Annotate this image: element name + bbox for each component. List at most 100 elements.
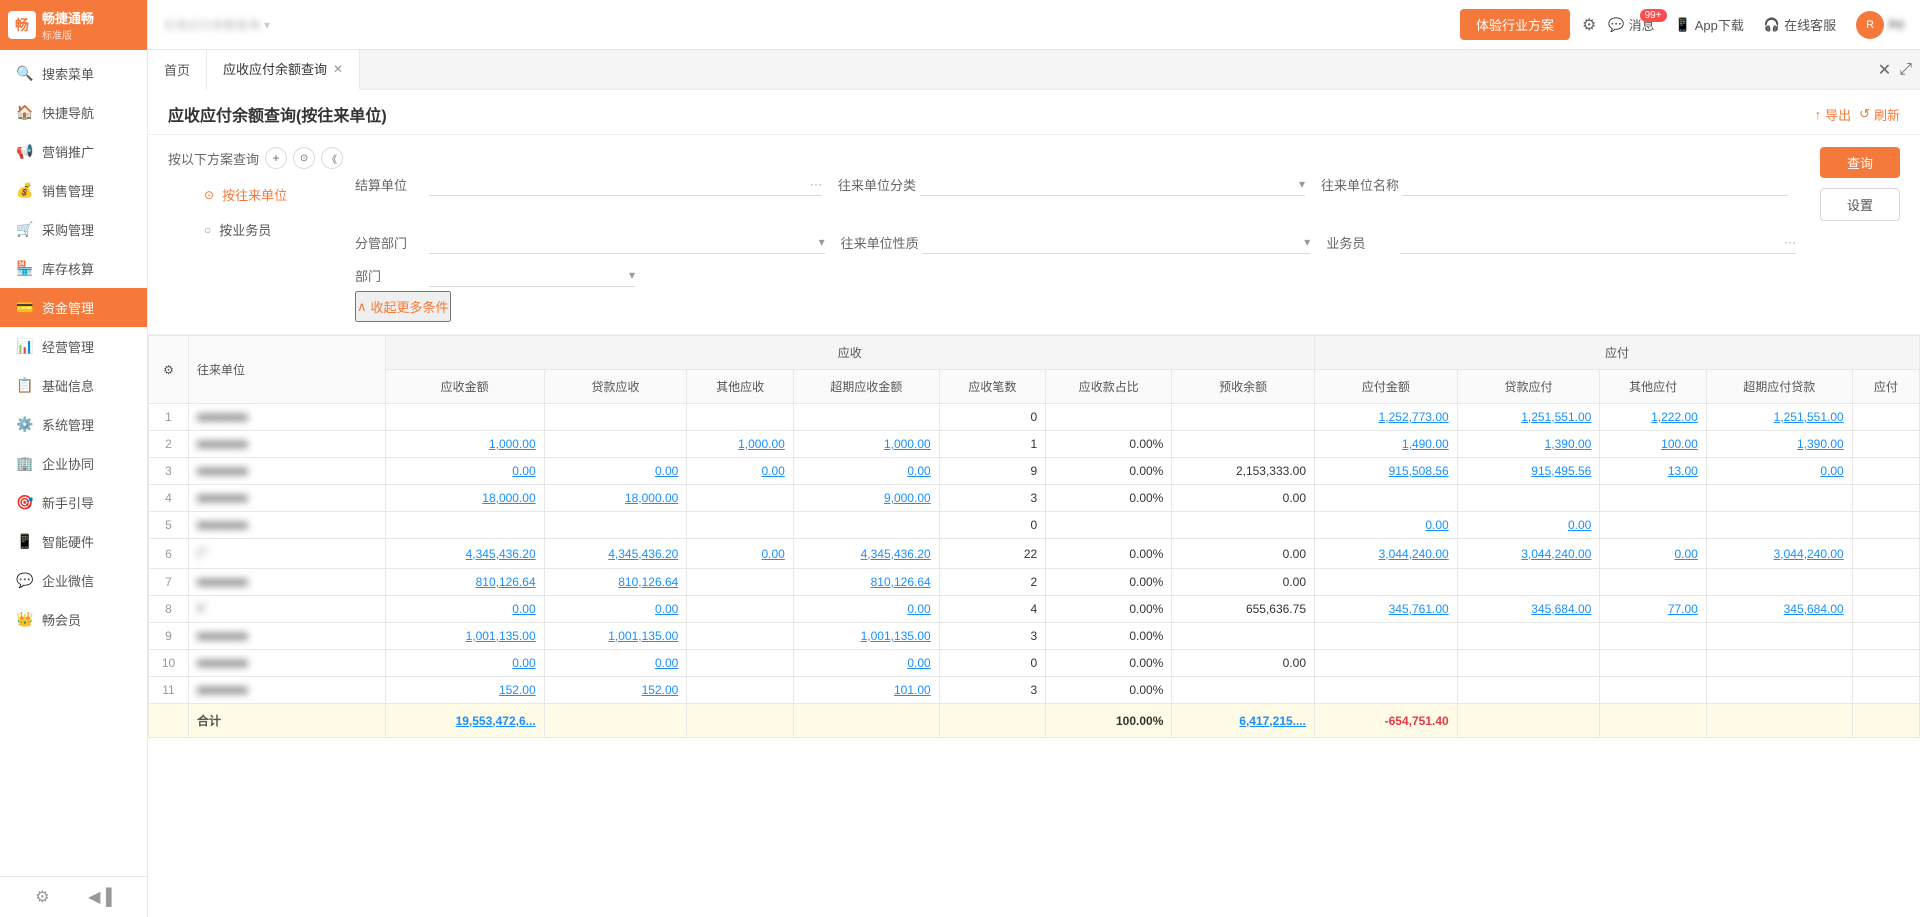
table-cell[interactable]: 0.00 xyxy=(1600,539,1707,569)
sidebar-item-hardware[interactable]: 📱 智能硬件 xyxy=(0,522,147,561)
sidebar-item-member[interactable]: 👑 畅会员 xyxy=(0,600,147,639)
table-cell[interactable]: 1,490.00 xyxy=(1315,431,1458,458)
partner-nature-select[interactable]: ▾ xyxy=(923,231,1311,254)
tab-expand-icon[interactable]: ⤢ xyxy=(1899,61,1912,79)
table-cell[interactable]: 4,345,436.20 xyxy=(793,539,939,569)
table-cell[interactable]: 0.00 xyxy=(544,458,687,485)
table-cell[interactable]: 0.00 xyxy=(385,596,544,623)
collapse-sidebar-icon[interactable]: ◀▐ xyxy=(88,887,112,907)
table-cell[interactable]: 345,684.00 xyxy=(1706,596,1852,623)
sidebar-item-purchase[interactable]: 🛒 采购管理 xyxy=(0,210,147,249)
table-cell[interactable]: 1,251,551.00 xyxy=(1457,404,1600,431)
footer-ar-advance[interactable]: 6,417,215.... xyxy=(1172,704,1315,738)
table-cell[interactable]: 152.00 xyxy=(544,677,687,704)
sidebar-item-sales[interactable]: 💰 销售管理 xyxy=(0,171,147,210)
settlement-dots[interactable]: ··· xyxy=(810,177,822,191)
table-cell[interactable]: 0.00 xyxy=(1457,512,1600,539)
sidebar-item-nav[interactable]: 🏠 快捷导航 xyxy=(0,93,147,132)
message-button[interactable]: 💬 消息 99+ xyxy=(1608,15,1654,34)
table-cell[interactable]: 1,000.00 xyxy=(687,431,794,458)
sidebar-item-finance[interactable]: 💳 资金管理 xyxy=(0,288,147,327)
tab-close-all-icon[interactable]: ✕ xyxy=(1878,60,1891,80)
table-cell[interactable]: 1,390.00 xyxy=(1706,431,1852,458)
scheme-target-button[interactable]: ⊙ xyxy=(293,147,315,169)
partner-category-select[interactable]: ▾ xyxy=(920,173,1305,196)
export-button[interactable]: ↑ 导出 xyxy=(1815,105,1852,124)
table-cell[interactable]: 345,761.00 xyxy=(1315,596,1458,623)
table-cell[interactable]: 77.00 xyxy=(1600,596,1707,623)
gear-icon[interactable]: ⚙ xyxy=(1582,15,1596,35)
table-cell[interactable]: 1,222.00 xyxy=(1600,404,1707,431)
app-download-button[interactable]: 📱 App下载 xyxy=(1675,15,1744,34)
sidebar-item-system[interactable]: ⚙️ 系统管理 xyxy=(0,405,147,444)
table-cell[interactable]: 3,044,240.00 xyxy=(1315,539,1458,569)
table-cell[interactable]: 0.00 xyxy=(544,650,687,677)
table-cell[interactable]: 0.00 xyxy=(687,539,794,569)
table-cell[interactable]: 0.00 xyxy=(793,596,939,623)
footer-ar-amount[interactable]: 19,553,472,6... xyxy=(385,704,544,738)
table-cell[interactable]: 1,000.00 xyxy=(385,431,544,458)
table-cell[interactable]: 3,044,240.00 xyxy=(1706,539,1852,569)
sidebar-item-basic[interactable]: 📋 基础信息 xyxy=(0,366,147,405)
table-cell[interactable]: 1,252,773.00 xyxy=(1315,404,1458,431)
collapse-button[interactable]: ∧ 收起更多条件 xyxy=(355,291,451,322)
table-cell[interactable]: 0.00 xyxy=(793,458,939,485)
customer-service-button[interactable]: 🎧 在线客服 xyxy=(1764,15,1836,34)
table-cell[interactable]: 4,345,436.20 xyxy=(385,539,544,569)
table-cell[interactable]: 0.00 xyxy=(687,458,794,485)
table-cell[interactable]: 1,251,551.00 xyxy=(1706,404,1852,431)
table-cell[interactable]: 0.00 xyxy=(1315,512,1458,539)
trial-button[interactable]: 体验行业方案 xyxy=(1460,9,1570,40)
department-select[interactable]: ▾ xyxy=(429,264,635,287)
sidebar-item-operations[interactable]: 📊 经营管理 xyxy=(0,327,147,366)
table-cell[interactable]: 810,126.64 xyxy=(385,569,544,596)
table-cell[interactable]: 1,000.00 xyxy=(793,431,939,458)
table-cell[interactable]: 1,001,135.00 xyxy=(385,623,544,650)
settings-bottom-icon[interactable]: ⚙ xyxy=(35,887,49,907)
table-cell[interactable]: 1,001,135.00 xyxy=(793,623,939,650)
settings-button[interactable]: 设置 xyxy=(1820,188,1900,221)
table-cell[interactable]: 101.00 xyxy=(793,677,939,704)
query-button[interactable]: 查询 xyxy=(1820,147,1900,178)
tab-ar-ap[interactable]: 应收应付余额查询 ✕ xyxy=(207,50,360,90)
table-cell[interactable]: 810,126.64 xyxy=(793,569,939,596)
sidebar-item-guide[interactable]: 🎯 新手引导 xyxy=(0,483,147,522)
sidebar-item-search[interactable]: 🔍 搜索菜单 xyxy=(0,54,147,93)
table-cell[interactable]: 152.00 xyxy=(385,677,544,704)
sidebar-item-inventory[interactable]: 🏪 库存核算 xyxy=(0,249,147,288)
scheme-back-button[interactable]: 《 xyxy=(321,147,343,169)
table-cell[interactable]: 0.00 xyxy=(385,650,544,677)
sidebar-item-marketing[interactable]: 📢 营销推广 xyxy=(0,132,147,171)
table-cell[interactable]: 345,684.00 xyxy=(1457,596,1600,623)
table-cell[interactable]: 13.00 xyxy=(1600,458,1707,485)
dept-select[interactable]: ▾ xyxy=(429,231,825,254)
table-cell[interactable]: 915,508.56 xyxy=(1315,458,1458,485)
add-scheme-button[interactable]: + xyxy=(265,147,287,169)
table-cell[interactable]: 1,001,135.00 xyxy=(544,623,687,650)
table-cell[interactable]: 4,345,436.20 xyxy=(544,539,687,569)
submenu-item-partner[interactable]: ⊙ 按往来单位 xyxy=(168,177,343,212)
table-cell[interactable]: 915,495.56 xyxy=(1457,458,1600,485)
partner-name-input[interactable] xyxy=(1403,172,1788,196)
refresh-button[interactable]: ↺ 刷新 xyxy=(1859,105,1900,124)
sidebar-item-enterprise[interactable]: 🏢 企业协同 xyxy=(0,444,147,483)
tab-home[interactable]: 首页 xyxy=(148,50,207,90)
sidebar-item-wechat[interactable]: 💬 企业微信 xyxy=(0,561,147,600)
table-cell[interactable]: 0.00 xyxy=(793,650,939,677)
table-cell[interactable]: 0.00 xyxy=(385,458,544,485)
table-cell[interactable]: 18,000.00 xyxy=(385,485,544,512)
table-cell[interactable]: 9,000.00 xyxy=(793,485,939,512)
settlement-input[interactable]: ··· xyxy=(429,173,822,196)
table-cell[interactable]: 810,126.64 xyxy=(544,569,687,596)
table-cell[interactable]: 0.00 xyxy=(544,596,687,623)
table-cell[interactable]: 0.00 xyxy=(1706,458,1852,485)
salesman-dots-input[interactable]: ··· xyxy=(1400,231,1796,254)
user-menu[interactable]: R Rit xyxy=(1856,11,1904,39)
submenu-item-salesman[interactable]: ○ 按业务员 xyxy=(168,212,343,247)
table-cell[interactable]: 3,044,240.00 xyxy=(1457,539,1600,569)
table-cell[interactable]: 100.00 xyxy=(1600,431,1707,458)
table-cell[interactable]: 1,390.00 xyxy=(1457,431,1600,458)
table-cell[interactable]: 18,000.00 xyxy=(544,485,687,512)
settings-col-header[interactable]: ⚙ xyxy=(149,336,189,404)
tab-close-icon[interactable]: ✕ xyxy=(333,62,343,76)
